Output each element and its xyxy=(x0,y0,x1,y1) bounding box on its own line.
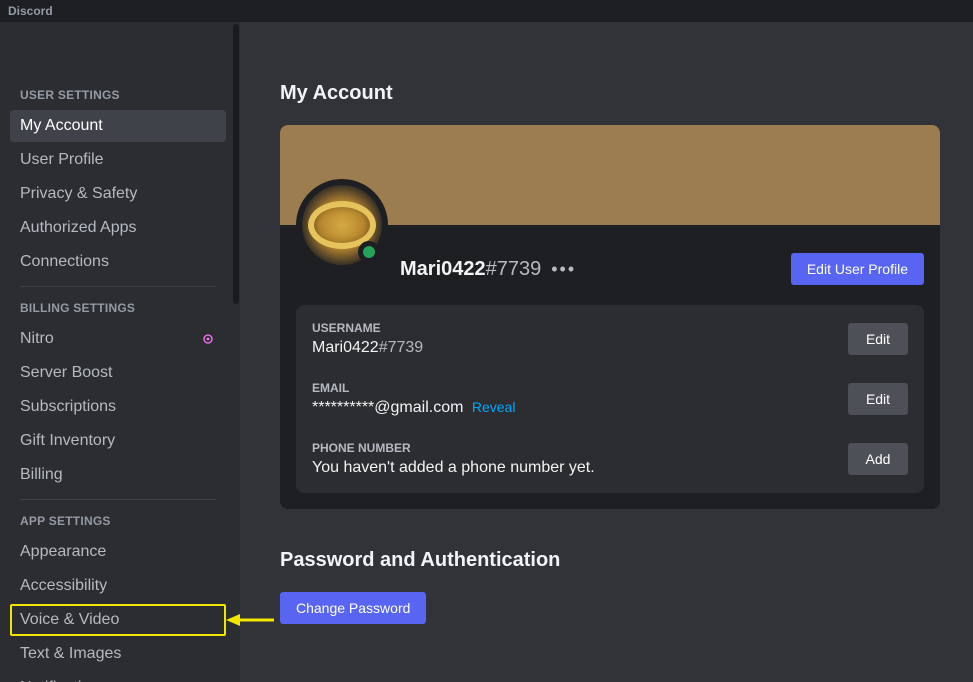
account-card: Mari0422#7739 ••• Edit User Profile USER… xyxy=(280,125,940,509)
field-label-email: EMAIL xyxy=(312,381,515,395)
sidebar-divider xyxy=(20,499,216,500)
profile-discriminator: #7739 xyxy=(486,258,542,280)
field-row-username: USERNAME Mari0422#7739 Edit xyxy=(312,321,908,357)
sidebar-item-voice-video[interactable]: Voice & Video xyxy=(10,604,226,636)
edit-username-button[interactable]: Edit xyxy=(848,323,908,355)
password-auth-title: Password and Authentication xyxy=(280,549,933,572)
sidebar-item-privacy-safety[interactable]: Privacy & Safety xyxy=(10,178,226,210)
sidebar-item-gift-inventory[interactable]: Gift Inventory xyxy=(10,425,226,457)
sidebar-item-my-account[interactable]: My Account xyxy=(10,110,226,142)
scrollbar-track[interactable] xyxy=(232,22,240,682)
sidebar-item-user-profile[interactable]: User Profile xyxy=(10,144,226,176)
nitro-icon xyxy=(200,331,216,347)
more-options-icon[interactable]: ••• xyxy=(551,259,576,280)
sidebar-item-authorized-apps[interactable]: Authorized Apps xyxy=(10,212,226,244)
titlebar: Discord xyxy=(0,0,973,22)
edit-user-profile-button[interactable]: Edit User Profile xyxy=(791,253,924,285)
field-value-phone: You haven't added a phone number yet. xyxy=(312,459,595,477)
field-label-phone: PHONE NUMBER xyxy=(312,441,595,455)
avatar-wrap xyxy=(296,179,388,271)
sidebar-item-accessibility[interactable]: Accessibility xyxy=(10,570,226,602)
sidebar-item-nitro[interactable]: Nitro xyxy=(10,323,226,355)
app-name: Discord xyxy=(8,4,53,18)
page-title: My Account xyxy=(280,82,933,105)
status-online-icon xyxy=(358,241,380,263)
sidebar-resize-divider xyxy=(232,22,240,682)
field-value-email: **********@gmail.com Reveal xyxy=(312,399,515,417)
profile-username: Mari0422#7739 xyxy=(400,258,541,281)
sidebar-item-appearance[interactable]: Appearance xyxy=(10,536,226,568)
sidebar-item-billing[interactable]: Billing xyxy=(10,459,226,491)
field-label-username: USERNAME xyxy=(312,321,423,335)
reveal-email-link[interactable]: Reveal xyxy=(472,399,516,415)
sidebar-divider xyxy=(20,286,216,287)
settings-sidebar: USER SETTINGS My Account User Profile Pr… xyxy=(0,22,232,682)
sidebar-header-user-settings: USER SETTINGS xyxy=(10,82,226,108)
sidebar-item-subscriptions[interactable]: Subscriptions xyxy=(10,391,226,423)
sidebar-item-server-boost[interactable]: Server Boost xyxy=(10,357,226,389)
settings-content: My Account Mari0422#7739 ••• Edit User P… xyxy=(240,22,973,682)
sidebar-item-connections[interactable]: Connections xyxy=(10,246,226,278)
sidebar-item-notifications[interactable]: Notifications xyxy=(10,672,226,682)
sidebar-header-billing-settings: BILLING SETTINGS xyxy=(10,295,226,321)
sidebar-header-app-settings: APP SETTINGS xyxy=(10,508,226,534)
field-row-email: EMAIL **********@gmail.com Reveal Edit xyxy=(312,381,908,417)
account-fields: USERNAME Mari0422#7739 Edit EMAIL ******… xyxy=(296,305,924,493)
field-value-username: Mari0422#7739 xyxy=(312,339,423,357)
sidebar-item-text-images[interactable]: Text & Images xyxy=(10,638,226,670)
edit-email-button[interactable]: Edit xyxy=(848,383,908,415)
add-phone-button[interactable]: Add xyxy=(848,443,908,475)
change-password-button[interactable]: Change Password xyxy=(280,592,426,624)
field-row-phone: PHONE NUMBER You haven't added a phone n… xyxy=(312,441,908,477)
scrollbar-thumb[interactable] xyxy=(233,24,239,304)
